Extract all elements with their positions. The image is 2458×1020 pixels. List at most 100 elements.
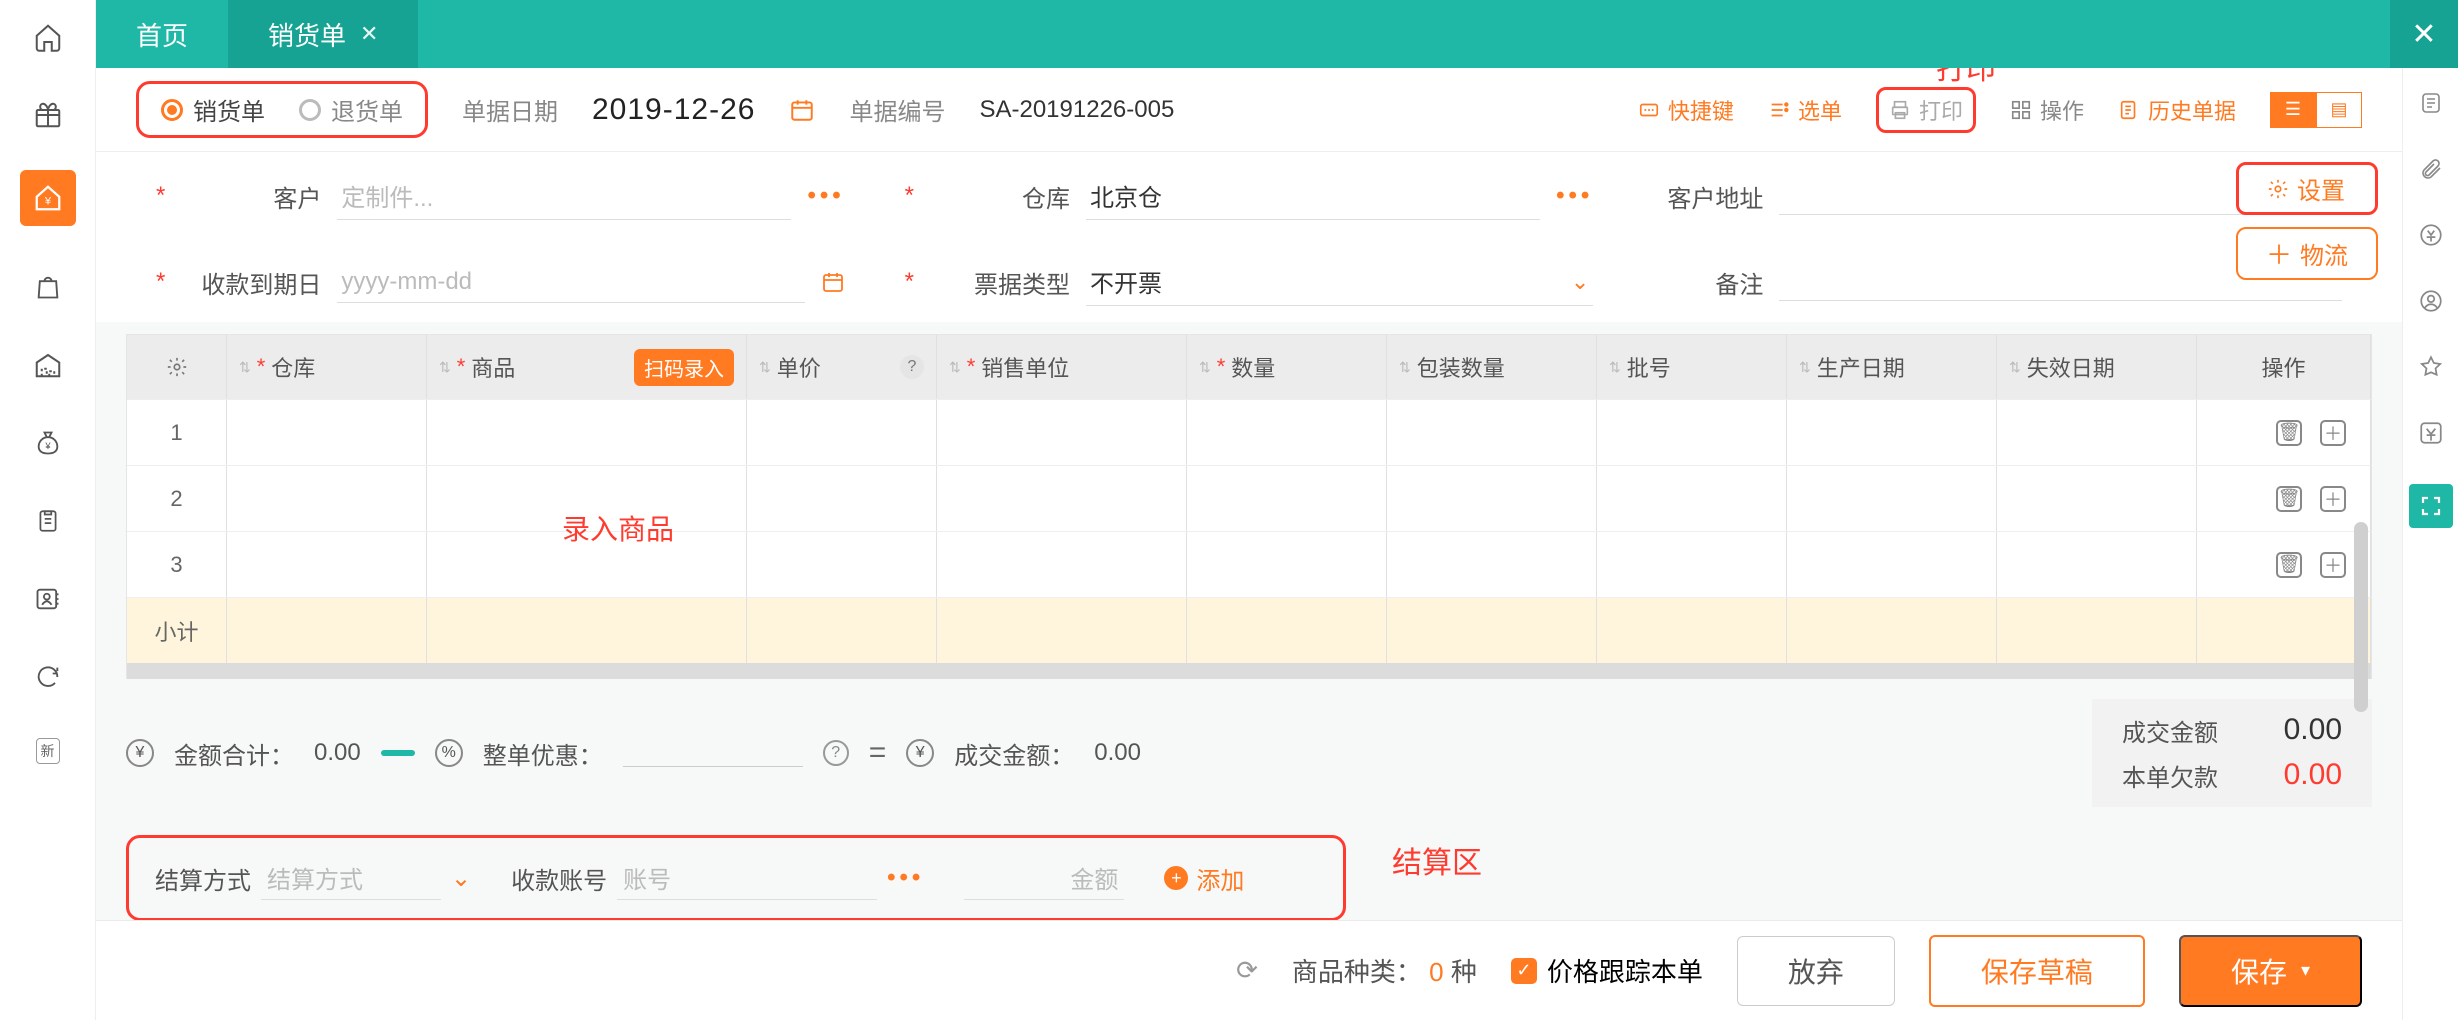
date-value[interactable]: 2019-12-26	[592, 93, 755, 127]
col-settings[interactable]	[127, 335, 227, 399]
field-customer[interactable]: *客户 定制件...•••	[156, 172, 845, 220]
add-settlement-button[interactable]: +添加	[1164, 861, 1244, 896]
v-scrollbar[interactable]	[2354, 522, 2368, 712]
radio-return[interactable]: 退货单	[299, 92, 403, 127]
table-header: ⇅*仓库 ⇅*商品扫码录入 ⇅单价? ⇅*销售单位 ⇅*数量 ⇅包装数量 ⇅批号…	[127, 335, 2371, 399]
svg-text:¥: ¥	[44, 441, 51, 451]
save-draft-button[interactable]: 保存草稿	[1929, 935, 2145, 1007]
field-warehouse[interactable]: *仓库 北京仓•••	[905, 172, 1594, 220]
sales-icon[interactable]: ¥	[20, 170, 76, 226]
field-invoice[interactable]: *票据类型 不开票⌄	[905, 258, 1594, 306]
tool-history[interactable]: 历史单据	[2118, 94, 2236, 126]
expand-icon[interactable]	[2409, 484, 2453, 528]
settle-amount[interactable]: 金额	[964, 856, 1124, 900]
content-area: 打印 业务类型：销货/退货 单据设置 录入商品 结算区 销货单 退货单 单据日期…	[96, 68, 2402, 1020]
home-icon[interactable]	[31, 20, 65, 54]
delete-row-icon[interactable]: 🗑	[2276, 420, 2302, 446]
view-toggle[interactable]: ☰ ▤	[2270, 92, 2362, 128]
bag-icon[interactable]	[31, 270, 65, 304]
save-button[interactable]: 保存▾	[2179, 935, 2362, 1007]
close-tab-icon[interactable]: ✕	[360, 21, 378, 47]
tool-hotkey[interactable]: 快捷键	[1638, 94, 1734, 126]
money-bag-icon[interactable]: ¥	[31, 426, 65, 460]
table-row[interactable]: 2 🗑＋	[127, 465, 2371, 531]
amount-total: 0.00	[314, 739, 361, 767]
table-row[interactable]: 3 🗑＋	[127, 531, 2371, 597]
calendar-icon[interactable]	[789, 97, 815, 123]
col-price[interactable]: ⇅单价?	[747, 335, 937, 399]
minus-icon	[381, 750, 415, 756]
note-icon[interactable]	[2416, 88, 2446, 118]
order-type-group: 销货单 退货单	[136, 81, 428, 138]
discard-button[interactable]: 放弃	[1737, 936, 1895, 1006]
tool-pick[interactable]: 选单	[1768, 94, 1842, 126]
delete-row-icon[interactable]: 🗑	[2276, 552, 2302, 578]
deal-icon: ¥	[906, 739, 934, 767]
h-scrollbar[interactable]	[127, 663, 2371, 679]
new-badge[interactable]: 新	[36, 738, 60, 764]
docno-label: 单据编号	[849, 92, 945, 127]
footer-bar: ⟳ 商品种类： 0 种 ✓价格跟踪本单 放弃 保存草稿 保存▾	[96, 920, 2402, 1020]
tool-print[interactable]: 打印	[1876, 87, 1976, 133]
col-product[interactable]: ⇅*商品扫码录入	[427, 335, 747, 399]
gift-icon[interactable]	[31, 98, 65, 132]
add-row-icon[interactable]: ＋	[2320, 420, 2346, 446]
radio-sale[interactable]: 销货单	[161, 92, 265, 127]
add-logistics-button[interactable]: ＋物流	[2236, 227, 2378, 280]
view-list-icon[interactable]: ☰	[2270, 92, 2316, 128]
tool-op[interactable]: 操作	[2010, 94, 2084, 126]
scan-entry-chip[interactable]: 扫码录入	[634, 349, 734, 386]
col-mfg[interactable]: ⇅生产日期	[1787, 335, 1997, 399]
help-icon: ?	[900, 355, 924, 379]
warehouse-icon[interactable]	[31, 348, 65, 382]
view-grid-icon[interactable]: ▤	[2316, 92, 2362, 128]
subtotal-row: 小计	[127, 597, 2371, 663]
col-qty[interactable]: ⇅*数量	[1187, 335, 1387, 399]
col-op: 操作	[2197, 335, 2371, 399]
sync-icon[interactable]	[31, 660, 65, 694]
field-due-date[interactable]: *收款到期日 yyyy-mm-dd	[156, 258, 845, 306]
col-warehouse[interactable]: ⇅*仓库	[227, 335, 427, 399]
chevron-down-icon: ⌄	[451, 864, 471, 893]
col-unit[interactable]: ⇅*销售单位	[937, 335, 1187, 399]
col-lot[interactable]: ⇅批号	[1597, 335, 1787, 399]
delete-row-icon[interactable]: 🗑	[2276, 486, 2302, 512]
svg-text:¥: ¥	[43, 195, 51, 207]
right-rail	[2402, 68, 2458, 1020]
table-row[interactable]: 1 🗑＋	[127, 399, 2371, 465]
settle-account[interactable]: 收款账号 账号 •••	[511, 856, 924, 900]
discount-icon: %	[435, 739, 463, 767]
refresh-icon[interactable]: ⟳	[1236, 955, 1258, 986]
tab-home[interactable]: 首页	[96, 0, 228, 68]
doc-settings-button[interactable]: 设置	[2236, 162, 2378, 215]
contact-icon[interactable]	[31, 582, 65, 616]
user-circle-icon[interactable]	[2416, 286, 2446, 316]
col-packqty[interactable]: ⇅包装数量	[1387, 335, 1597, 399]
col-exp[interactable]: ⇅失效日期	[1997, 335, 2197, 399]
attachment-icon[interactable]	[2416, 154, 2446, 184]
totals-box: 成交金额0.00 本单欠款0.00	[2092, 699, 2372, 807]
yen-box-icon[interactable]	[2416, 418, 2446, 448]
doc-fields: *客户 定制件...••• *仓库 北京仓••• 客户地址 *收款到期日 yyy…	[96, 152, 2402, 322]
tab-sales-order[interactable]: 销货单 ✕	[228, 0, 418, 68]
annotation-settle: 结算区	[1392, 838, 1482, 882]
chevron-down-icon: ▾	[2301, 960, 2310, 981]
lookup-icon: •••	[1556, 182, 1593, 210]
left-nav-rail: ¥ ¥ 新	[0, 0, 96, 1020]
lookup-icon: •••	[887, 864, 924, 892]
add-row-icon[interactable]: ＋	[2320, 552, 2346, 578]
star-icon[interactable]	[2416, 352, 2446, 382]
coin-icon[interactable]	[2416, 220, 2446, 250]
discount-input[interactable]	[623, 740, 803, 767]
track-checkbox[interactable]: ✓价格跟踪本单	[1511, 952, 1703, 989]
date-label: 单据日期	[462, 92, 558, 127]
calendar-icon	[821, 270, 845, 294]
doc-header-bar: 销货单 退货单 单据日期 2019-12-26 单据编号 SA-20191226…	[96, 68, 2402, 152]
docno-value: SA-20191226-005	[979, 96, 1174, 124]
add-row-icon[interactable]: ＋	[2320, 486, 2346, 512]
close-all-icon[interactable]: ✕	[2390, 0, 2458, 68]
deal-amount: 0.00	[1094, 739, 1141, 767]
clipboard-icon[interactable]	[31, 504, 65, 538]
help-icon[interactable]: ?	[823, 740, 849, 766]
settle-method[interactable]: 结算方式 结算方式 ⌄	[155, 856, 471, 900]
